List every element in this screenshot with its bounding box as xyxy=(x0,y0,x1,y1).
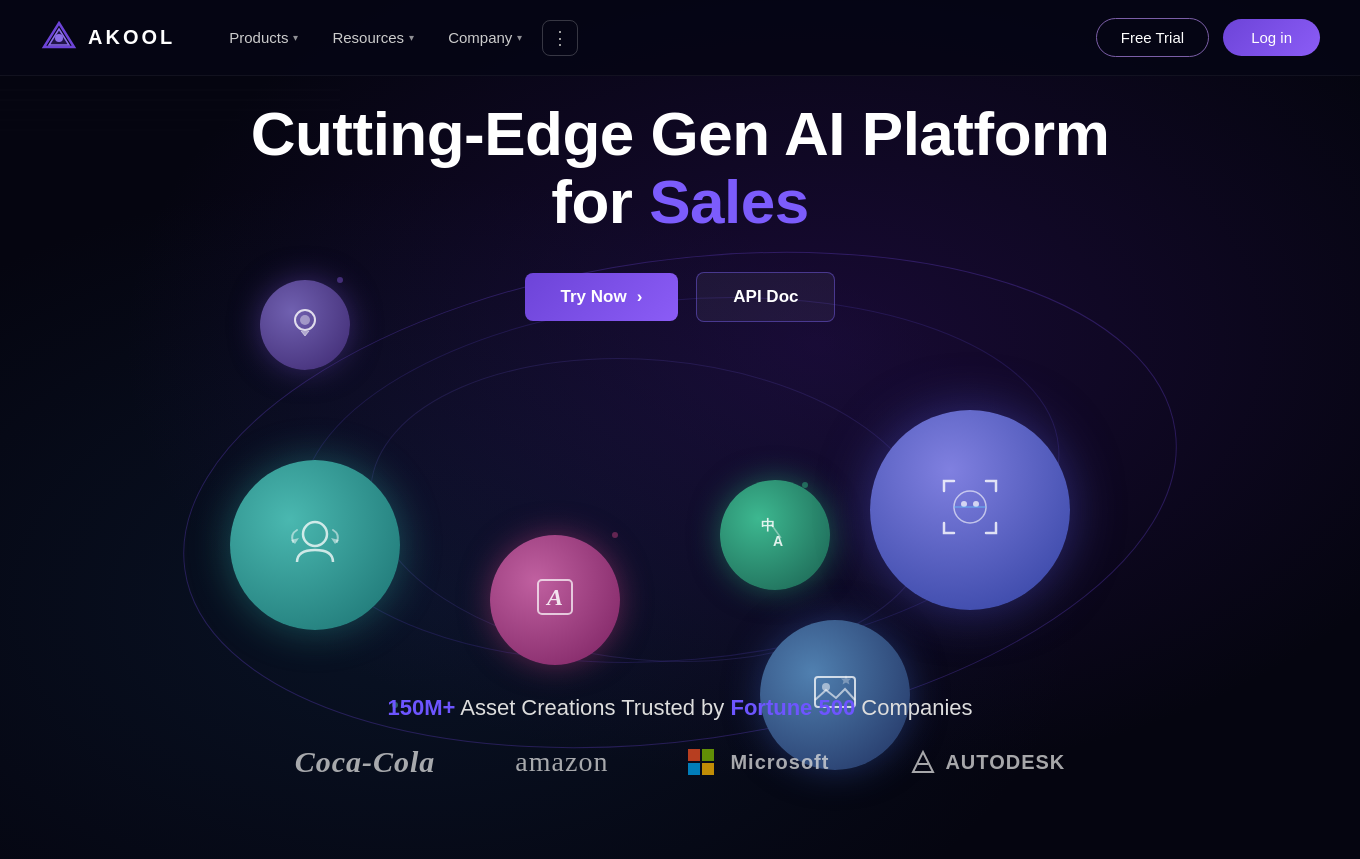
hero-title-line1: Cutting-Edge Gen AI Platform xyxy=(251,100,1110,168)
navbar: AKOOL Products ▾ Resources ▾ Company ▾ ⋮… xyxy=(0,0,1360,76)
hero-buttons: Try Now › API Doc xyxy=(525,272,836,322)
face-scan-icon xyxy=(934,471,1006,550)
sphere-avatar xyxy=(230,460,400,630)
brand-coca-cola: Coca-Cola xyxy=(295,745,436,779)
sphere-face-scan xyxy=(870,410,1070,610)
translate-icon: 中 A xyxy=(753,510,797,561)
sphere-translate: 中 A xyxy=(720,480,830,590)
hero-title-sales: Sales xyxy=(649,167,809,236)
chevron-down-icon: ▾ xyxy=(409,32,414,43)
stats-section: 150M+ Asset Creations Trusted by Fortune… xyxy=(0,695,1360,779)
logo[interactable]: AKOOL xyxy=(40,19,175,57)
svg-text:A: A xyxy=(773,533,783,549)
brand-logos: Coca-Cola amazon Microsoft AUTODESK xyxy=(295,745,1066,779)
nav-company[interactable]: Company ▾ xyxy=(434,21,536,54)
login-button[interactable]: Log in xyxy=(1223,19,1320,56)
svg-text:中: 中 xyxy=(761,517,775,533)
autodesk-icon xyxy=(909,748,937,776)
stats-count: 150M+ xyxy=(387,695,455,720)
nav-links: Products ▾ Resources ▾ Company ▾ ⋮ xyxy=(215,20,1096,56)
chevron-down-icon: ▾ xyxy=(293,32,298,43)
nav-resources[interactable]: Resources ▾ xyxy=(318,21,428,54)
logo-icon xyxy=(40,19,78,57)
nav-actions: Free Trial Log in xyxy=(1096,18,1320,57)
hero-title-line2: for Sales xyxy=(551,168,808,236)
api-doc-button[interactable]: API Doc xyxy=(696,272,835,322)
hero-title-for: for xyxy=(551,167,649,236)
svg-point-2 xyxy=(55,34,63,42)
avatar-swap-icon xyxy=(285,512,345,579)
logo-text: AKOOL xyxy=(88,26,175,49)
stats-fortune: Fortune 500 xyxy=(730,695,855,720)
svg-point-23 xyxy=(303,522,327,546)
svg-point-31 xyxy=(973,501,979,507)
chevron-down-icon: ▾ xyxy=(517,32,522,43)
brand-microsoft: Microsoft xyxy=(688,749,829,775)
arrow-right-icon: › xyxy=(637,287,643,307)
stats-text: 150M+ Asset Creations Trusted by Fortune… xyxy=(387,695,972,721)
free-trial-button[interactable]: Free Trial xyxy=(1096,18,1209,57)
text-a-icon: A xyxy=(530,572,580,629)
hero-section: Cutting-Edge Gen AI Platform for Sales T… xyxy=(0,100,1360,322)
brand-amazon: amazon xyxy=(515,746,608,778)
svg-point-17 xyxy=(612,532,618,538)
try-now-button[interactable]: Try Now › xyxy=(525,273,679,321)
microsoft-grid-icon xyxy=(688,749,714,775)
brand-autodesk: AUTODESK xyxy=(909,748,1065,776)
sphere-text-a: A xyxy=(490,535,620,665)
svg-text:A: A xyxy=(545,584,563,610)
nav-products[interactable]: Products ▾ xyxy=(215,21,312,54)
svg-point-30 xyxy=(961,501,967,507)
more-options-button[interactable]: ⋮ xyxy=(542,20,578,56)
